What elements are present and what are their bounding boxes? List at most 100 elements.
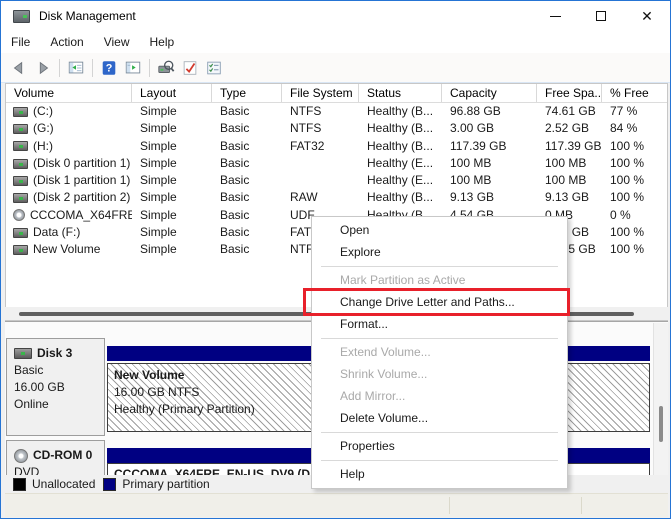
cdrom0-info-panel[interactable]: CD-ROM 0 DVD (6, 440, 105, 475)
pct-free-cell: 100 % (610, 190, 645, 205)
forward-icon (39, 61, 49, 74)
disk3-status: Online (14, 397, 49, 411)
pct-free-cell: 100 % (610, 242, 645, 257)
volume-cell: (Disk 0 partition 1) (6, 155, 132, 172)
status-bar-divider (449, 497, 450, 514)
pct-free-cell: 100 % (610, 225, 645, 240)
menu-item-explore[interactable]: Explore (312, 241, 567, 263)
file-system-cell: RAW (290, 190, 318, 205)
menu-view[interactable]: View (104, 35, 140, 49)
app-icon (13, 9, 30, 23)
menu-separator (321, 431, 558, 433)
volume-name: New Volume (33, 242, 101, 257)
menu-action[interactable]: Action (50, 35, 93, 49)
type-cell: Basic (220, 242, 250, 257)
forward-button[interactable] (31, 56, 55, 80)
maximize-button[interactable] (578, 1, 624, 31)
titlebar: Disk Management ✕ (1, 1, 670, 31)
disk3-size: 16.00 GB (14, 380, 65, 394)
drive-icon (13, 158, 28, 169)
layout-cell: Simple (140, 190, 177, 205)
menu-item-delete-volume[interactable]: Delete Volume... (312, 407, 567, 429)
volume-row[interactable]: (Disk 1 partition 1) Simple Basic Healthy (… (6, 172, 667, 189)
menu-item-change-drive-letter-and-paths[interactable]: Change Drive Letter and Paths... (312, 291, 567, 313)
volume-row[interactable]: (Disk 2 partition 2) Simple Basic RAW Health… (6, 189, 667, 206)
layout-cell: Simple (140, 121, 177, 136)
show-action-pane-icon (125, 61, 141, 73)
disk-icon (14, 348, 32, 359)
checklist-icon (207, 61, 221, 74)
column-header-capacity[interactable]: Capacity (442, 84, 537, 102)
unallocated-swatch (13, 477, 26, 491)
menu-help[interactable]: Help (150, 35, 185, 49)
column-header-type[interactable]: Type (212, 84, 282, 102)
disk-view-button[interactable] (154, 56, 178, 80)
capacity-cell: 9.13 GB (450, 190, 495, 205)
layout-cell: Simple (140, 155, 177, 170)
close-button[interactable]: ✕ (624, 1, 670, 31)
pct-free-cell: 0 % (610, 207, 631, 222)
capacity-cell: 96.88 GB (450, 104, 501, 118)
menu-item-properties[interactable]: Properties (312, 435, 567, 457)
type-cell: Basic (220, 104, 250, 118)
layout-cell: Simple (140, 138, 177, 153)
volume-cell: (C:) (6, 103, 132, 120)
menu-item-open[interactable]: Open (312, 219, 567, 241)
layout-cell: Simple (140, 225, 177, 240)
toolbar-separator (59, 58, 60, 77)
minimize-button[interactable] (532, 1, 578, 31)
layout-cell: Simple (140, 207, 177, 222)
show-console-tree-button[interactable] (64, 56, 88, 80)
layout-cell: Simple (140, 173, 177, 188)
capacity-cell: 3.00 GB (450, 121, 495, 136)
status-cell: Healthy (E... (367, 173, 434, 188)
volume-row[interactable]: (H:) Simple Basic FAT32 Healthy (B... 117.39 … (6, 138, 667, 155)
volume-cell: CCCOMA_X64FRE... (6, 207, 132, 224)
back-icon (13, 61, 23, 74)
close-icon: ✕ (641, 8, 653, 24)
type-cell: Basic (220, 207, 250, 222)
show-action-pane-button[interactable] (121, 56, 145, 80)
volume-cell: (H:) (6, 138, 132, 155)
back-button[interactable] (7, 56, 31, 80)
checklist-button[interactable] (202, 56, 226, 80)
volume-row[interactable]: (C:) Simple Basic NTFS Healthy (B... 96.88 GB… (6, 103, 667, 120)
disk3-info-panel[interactable]: Disk 3 Basic 16.00 GB Online (6, 338, 105, 436)
svg-text:?: ? (106, 62, 113, 74)
legend-primary-partition: Primary partition (103, 477, 210, 491)
menu-item-mark-partition-as-active: Mark Partition as Active (340, 273, 466, 287)
help-button[interactable]: ? (97, 56, 121, 80)
column-header-free-space[interactable]: Free Spa... (537, 84, 602, 102)
file-system-cell (282, 172, 359, 189)
layout-cell: Simple (140, 242, 177, 257)
free-space-cell: 2.52 GB (545, 121, 590, 136)
menu-file[interactable]: File (11, 35, 40, 49)
vertical-scrollbar-thumb[interactable] (659, 406, 663, 442)
volume-name: (Disk 1 partition 1) (33, 173, 131, 188)
menubar: File Action View Help (1, 31, 670, 53)
type-cell: Basic (220, 173, 250, 188)
status-bar (5, 493, 668, 517)
type-cell: Basic (220, 225, 250, 240)
column-header-file-system[interactable]: File System (282, 84, 359, 102)
drive-icon (13, 175, 28, 186)
menu-item-help[interactable]: Help (312, 463, 567, 485)
menu-separator (321, 337, 558, 339)
volume-row[interactable]: (Disk 0 partition 1) Simple Basic Healthy (… (6, 155, 667, 172)
column-header-status[interactable]: Status (359, 84, 442, 102)
volume-row[interactable]: (G:) Simple Basic NTFS Healthy (B... 3.00 GB 2… (6, 120, 667, 137)
menu-item-format[interactable]: Format... (312, 313, 567, 335)
column-header-volume[interactable]: Volume (6, 84, 132, 102)
column-header-pct-free[interactable]: % Free (602, 84, 667, 102)
drive-icon (13, 141, 28, 152)
volume-cell: New Volume (6, 241, 132, 258)
pct-free-cell: 100 % (610, 155, 645, 170)
red-check-button[interactable] (178, 56, 202, 80)
volume-cell: (Disk 1 partition 1) (6, 172, 132, 189)
free-space-cell: 9.13 GB (545, 190, 590, 205)
column-header-layout[interactable]: Layout (132, 84, 212, 102)
free-space-cell: 100 MB (545, 173, 587, 188)
file-system-cell: NTFS (290, 121, 322, 136)
vertical-scrollbar[interactable] (653, 323, 668, 475)
volume-name: (Disk 2 partition 2) (33, 190, 131, 205)
